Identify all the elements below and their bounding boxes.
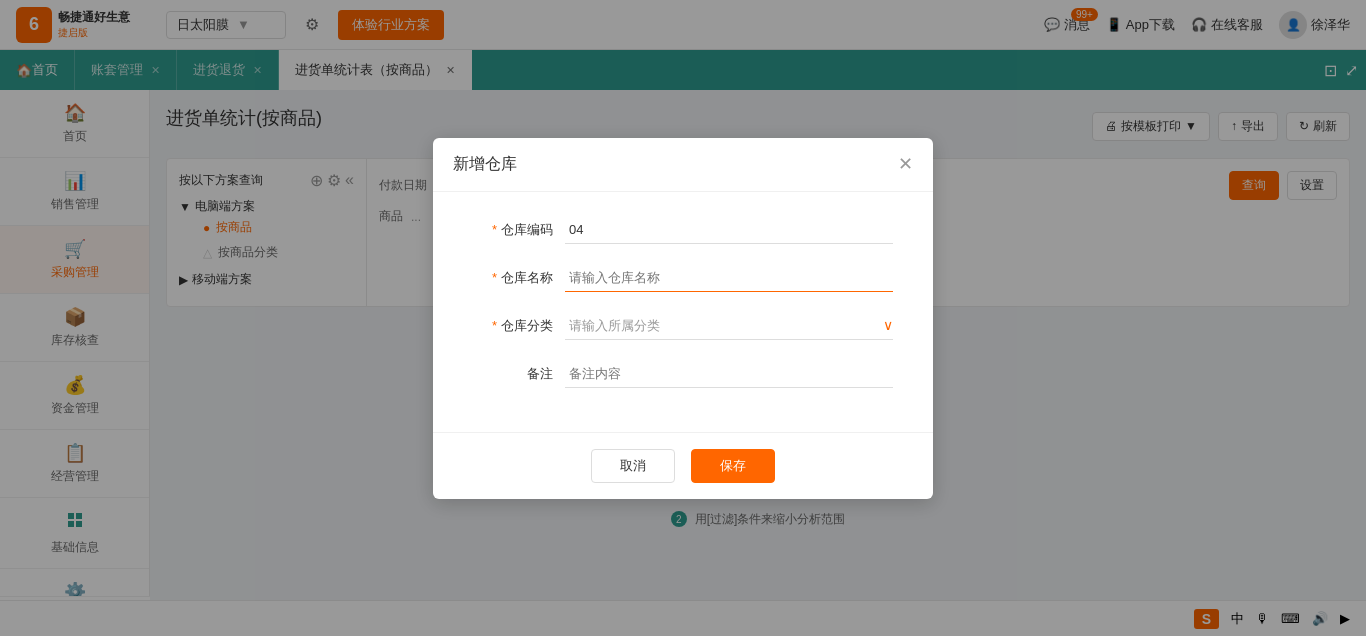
warehouse-name-row: 仓库名称 xyxy=(473,264,893,292)
modal-footer: 取消 保存 xyxy=(433,432,933,499)
warehouse-type-row: 仓库分类 请输入所属分类 ∨ xyxy=(473,312,893,340)
modal-close-btn[interactable]: ✕ xyxy=(898,155,913,173)
warehouse-type-select-wrap: 请输入所属分类 ∨ xyxy=(565,312,893,340)
warehouse-type-arrow[interactable]: ∨ xyxy=(883,317,893,333)
remark-row: 备注 xyxy=(473,360,893,388)
new-warehouse-modal: 新增仓库 ✕ 仓库编码 仓库名称 仓库分类 请输入所属分类 xyxy=(433,138,933,499)
warehouse-type-select[interactable]: 请输入所属分类 xyxy=(565,312,883,339)
remark-label: 备注 xyxy=(473,365,553,383)
warehouse-name-input[interactable] xyxy=(565,264,893,292)
modal-overlay: 新增仓库 ✕ 仓库编码 仓库名称 仓库分类 请输入所属分类 xyxy=(0,0,1366,636)
warehouse-code-row: 仓库编码 xyxy=(473,216,893,244)
warehouse-type-label: 仓库分类 xyxy=(473,317,553,335)
remark-input[interactable] xyxy=(565,360,893,388)
modal-header: 新增仓库 ✕ xyxy=(433,138,933,192)
modal-title: 新增仓库 xyxy=(453,154,517,175)
modal-body: 仓库编码 仓库名称 仓库分类 请输入所属分类 ∨ 备注 xyxy=(433,192,933,432)
warehouse-name-label: 仓库名称 xyxy=(473,269,553,287)
cancel-button[interactable]: 取消 xyxy=(591,449,675,483)
warehouse-code-input[interactable] xyxy=(565,216,893,244)
warehouse-code-label: 仓库编码 xyxy=(473,221,553,239)
save-button[interactable]: 保存 xyxy=(691,449,775,483)
